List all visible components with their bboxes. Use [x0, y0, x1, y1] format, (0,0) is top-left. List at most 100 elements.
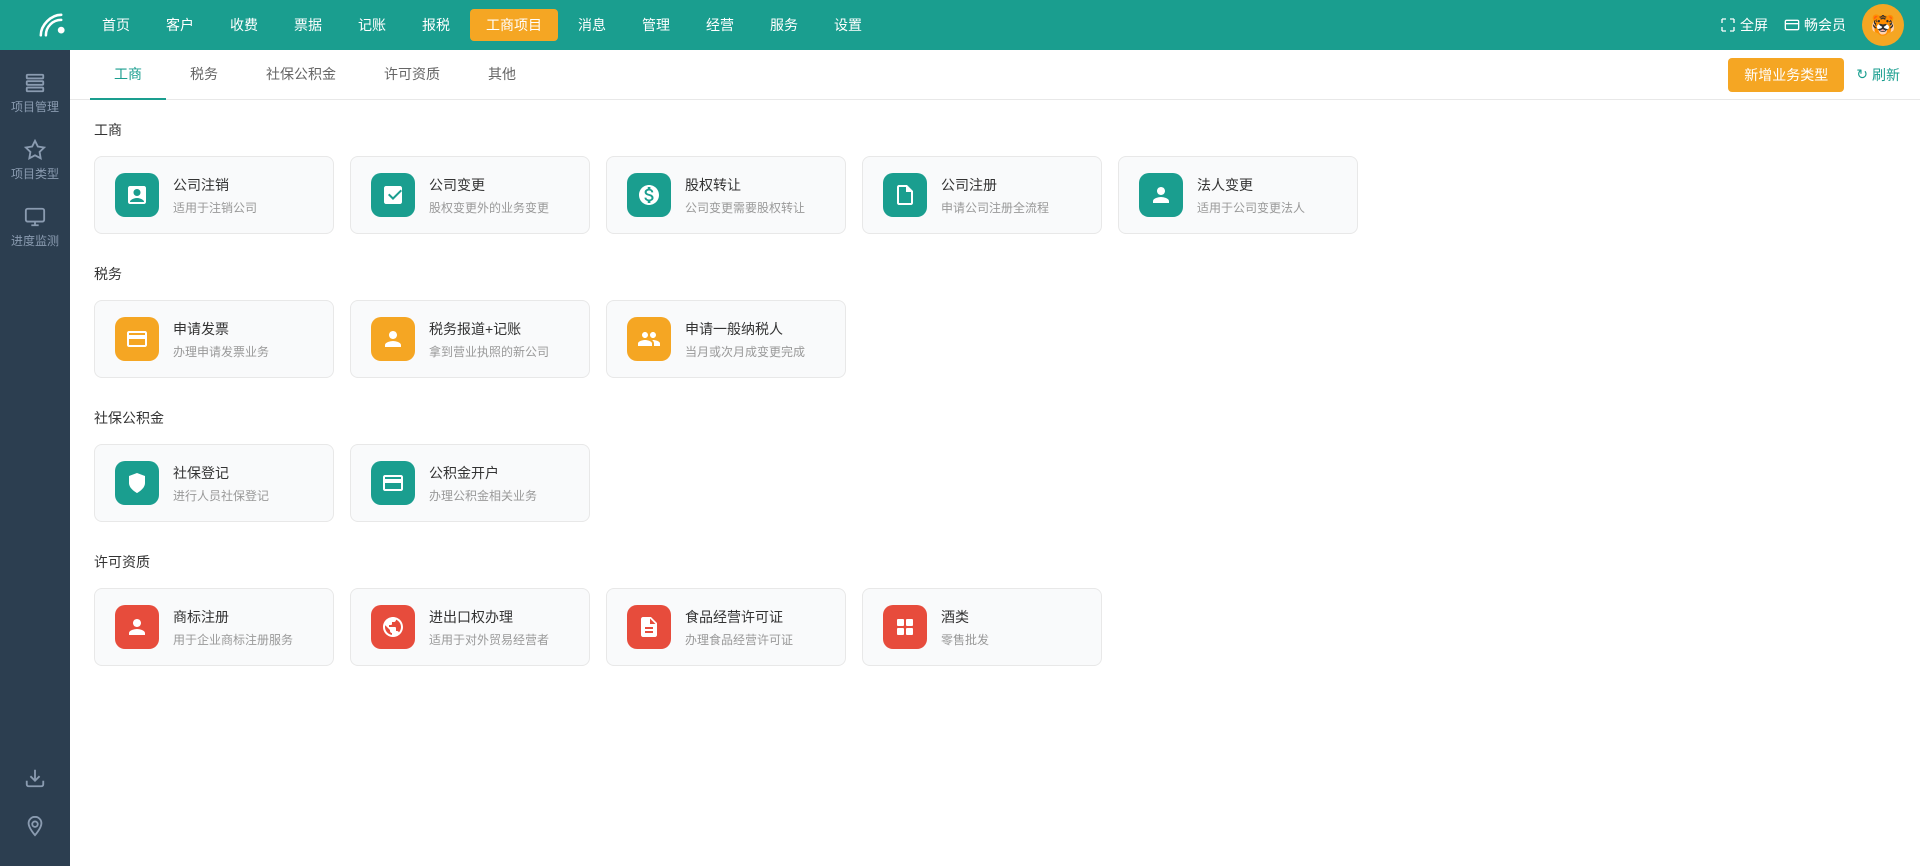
card-info-apply-general-taxpayer: 申请一般纳税人 当月或次月成变更完成 [685, 319, 805, 360]
card-desc-apply-general-taxpayer: 当月或次月成变更完成 [685, 343, 805, 360]
card-icon-company-register [883, 173, 927, 217]
card-info-tax-report-accounting: 税务报道+记账 拿到营业执照的新公司 [429, 319, 549, 360]
card-name-company-register: 公司注册 [941, 175, 1049, 195]
section-title-shuiwu: 税务 [94, 264, 1896, 284]
nav-item-message[interactable]: 消息 [562, 9, 622, 41]
refresh-button[interactable]: ↻ 刷新 [1856, 65, 1900, 85]
download-icon[interactable] [15, 758, 55, 798]
card-desc-trademark: 用于企业商标注册服务 [173, 631, 293, 648]
card-icon-apply-invoice [115, 317, 159, 361]
vip-button[interactable]: 畅会员 [1784, 15, 1846, 35]
card-info-food-license: 食品经营许可证 办理食品经营许可证 [685, 607, 793, 648]
card-info-company-change: 公司变更 股权变更外的业务变更 [429, 175, 549, 216]
tab-gongshang[interactable]: 工商 [90, 50, 166, 100]
sidebar-item-project-type[interactable]: 项目类型 [0, 127, 70, 194]
sidebar-label-project-management: 项目管理 [11, 98, 59, 115]
card-desc-company-change: 股权变更外的业务变更 [429, 199, 549, 216]
content-area: 工商 税务 社保公积金 许可资质 其他 新增业务类型 ↻ 刷新 工商 [70, 50, 1920, 866]
tab-bar-actions: 新增业务类型 ↻ 刷新 [1728, 58, 1900, 92]
card-desc-tax-report-accounting: 拿到营业执照的新公司 [429, 343, 549, 360]
card-desc-equity-transfer: 公司变更需要股权转让 [685, 199, 805, 216]
card-provident-fund[interactable]: 公积金开户 办理公积金相关业务 [350, 444, 590, 522]
card-icon-import-export [371, 605, 415, 649]
sidebar-item-progress-monitor[interactable]: 进度监测 [0, 194, 70, 261]
card-grid-xuke: 商标注册 用于企业商标注册服务 进出口权办理 适用于对外贸易经营者 [94, 588, 1896, 666]
card-icon-provident-fund [371, 461, 415, 505]
location-icon[interactable] [15, 806, 55, 846]
main-layout: 项目管理 项目类型 进度监测 [0, 50, 1920, 866]
card-apply-invoice[interactable]: 申请发票 办理申请发票业务 [94, 300, 334, 378]
card-name-social-insurance: 社保登记 [173, 463, 269, 483]
nav-items: 首页 客户 收费 票据 记账 报税 工商项目 消息 管理 经营 服务 设置 [86, 9, 1720, 41]
card-info-legal-person-change: 法人变更 适用于公司变更法人 [1197, 175, 1305, 216]
card-alcohol[interactable]: 酒类 零售批发 [862, 588, 1102, 666]
card-name-trademark: 商标注册 [173, 607, 293, 627]
card-tax-report-accounting[interactable]: 税务报道+记账 拿到营业执照的新公司 [350, 300, 590, 378]
card-name-import-export: 进出口权办理 [429, 607, 549, 627]
card-icon-tax-report-accounting [371, 317, 415, 361]
card-info-apply-invoice: 申请发票 办理申请发票业务 [173, 319, 269, 360]
card-company-register[interactable]: 公司注册 申请公司注册全流程 [862, 156, 1102, 234]
card-name-company-change: 公司变更 [429, 175, 549, 195]
nav-item-fee[interactable]: 收费 [214, 9, 274, 41]
fullscreen-label: 全屏 [1740, 15, 1768, 35]
refresh-icon: ↻ [1856, 66, 1868, 83]
card-desc-social-insurance: 进行人员社保登记 [173, 487, 269, 504]
card-name-legal-person-change: 法人变更 [1197, 175, 1305, 195]
card-social-insurance[interactable]: 社保登记 进行人员社保登记 [94, 444, 334, 522]
section-title-xuke: 许可资质 [94, 552, 1896, 572]
card-info-trademark: 商标注册 用于企业商标注册服务 [173, 607, 293, 648]
card-name-alcohol: 酒类 [941, 607, 989, 627]
card-grid-gongshang: 公司注销 适用于注销公司 公司变更 股权变更外的业务变更 [94, 156, 1896, 234]
card-grid-shebao: 社保登记 进行人员社保登记 公积金开户 办理公积金相关业务 [94, 444, 1896, 522]
card-food-license[interactable]: 食品经营许可证 办理食品经营许可证 [606, 588, 846, 666]
section-shuiwu: 税务 申请发票 办理申请发票业务 [94, 264, 1896, 378]
tab-shuiwu[interactable]: 税务 [166, 50, 242, 100]
nav-item-settings[interactable]: 设置 [818, 9, 878, 41]
sidebar-item-project-management[interactable]: 项目管理 [0, 60, 70, 127]
new-type-button[interactable]: 新增业务类型 [1728, 58, 1844, 92]
card-desc-legal-person-change: 适用于公司变更法人 [1197, 199, 1305, 216]
tab-xuke[interactable]: 许可资质 [360, 50, 464, 100]
card-import-export[interactable]: 进出口权办理 适用于对外贸易经营者 [350, 588, 590, 666]
nav-item-service[interactable]: 服务 [754, 9, 814, 41]
card-icon-food-license [627, 605, 671, 649]
nav-item-home[interactable]: 首页 [86, 9, 146, 41]
section-gongshang: 工商 公司注销 适用于注销公司 [94, 120, 1896, 234]
card-desc-alcohol: 零售批发 [941, 631, 989, 648]
card-company-cancel[interactable]: 公司注销 适用于注销公司 [94, 156, 334, 234]
card-trademark[interactable]: 商标注册 用于企业商标注册服务 [94, 588, 334, 666]
logo [16, 8, 86, 42]
vip-label: 畅会员 [1804, 15, 1846, 35]
card-desc-provident-fund: 办理公积金相关业务 [429, 487, 537, 504]
card-apply-general-taxpayer[interactable]: 申请一般纳税人 当月或次月成变更完成 [606, 300, 846, 378]
card-legal-person-change[interactable]: 法人变更 适用于公司变更法人 [1118, 156, 1358, 234]
nav-item-business[interactable]: 工商项目 [470, 9, 558, 41]
section-title-gongshang: 工商 [94, 120, 1896, 140]
nav-item-client[interactable]: 客户 [150, 9, 210, 41]
fullscreen-button[interactable]: 全屏 [1720, 15, 1768, 35]
card-name-food-license: 食品经营许可证 [685, 607, 793, 627]
card-name-company-cancel: 公司注销 [173, 175, 257, 195]
card-info-provident-fund: 公积金开户 办理公积金相关业务 [429, 463, 537, 504]
card-equity-transfer[interactable]: 股权转让 公司变更需要股权转让 [606, 156, 846, 234]
card-company-change[interactable]: 公司变更 股权变更外的业务变更 [350, 156, 590, 234]
scroll-content[interactable]: 工商 公司注销 适用于注销公司 [70, 100, 1920, 866]
refresh-label: 刷新 [1872, 65, 1900, 85]
card-name-equity-transfer: 股权转让 [685, 175, 805, 195]
card-icon-social-insurance [115, 461, 159, 505]
nav-item-manage[interactable]: 管理 [626, 9, 686, 41]
card-desc-import-export: 适用于对外贸易经营者 [429, 631, 549, 648]
section-shebao: 社保公积金 社保登记 进行人员社保登记 [94, 408, 1896, 522]
tab-other[interactable]: 其他 [464, 50, 540, 100]
nav-right: 全屏 畅会员 🐯 [1720, 4, 1904, 46]
section-xuke: 许可资质 商标注册 用于企业商标注册服务 [94, 552, 1896, 666]
nav-item-accounting[interactable]: 记账 [342, 9, 402, 41]
nav-item-operation[interactable]: 经营 [690, 9, 750, 41]
tab-shebao[interactable]: 社保公积金 [242, 50, 360, 100]
card-info-company-register: 公司注册 申请公司注册全流程 [941, 175, 1049, 216]
card-desc-company-register: 申请公司注册全流程 [941, 199, 1049, 216]
mascot-icon: 🐯 [1862, 4, 1904, 46]
nav-item-bill[interactable]: 票据 [278, 9, 338, 41]
nav-item-tax[interactable]: 报税 [406, 9, 466, 41]
